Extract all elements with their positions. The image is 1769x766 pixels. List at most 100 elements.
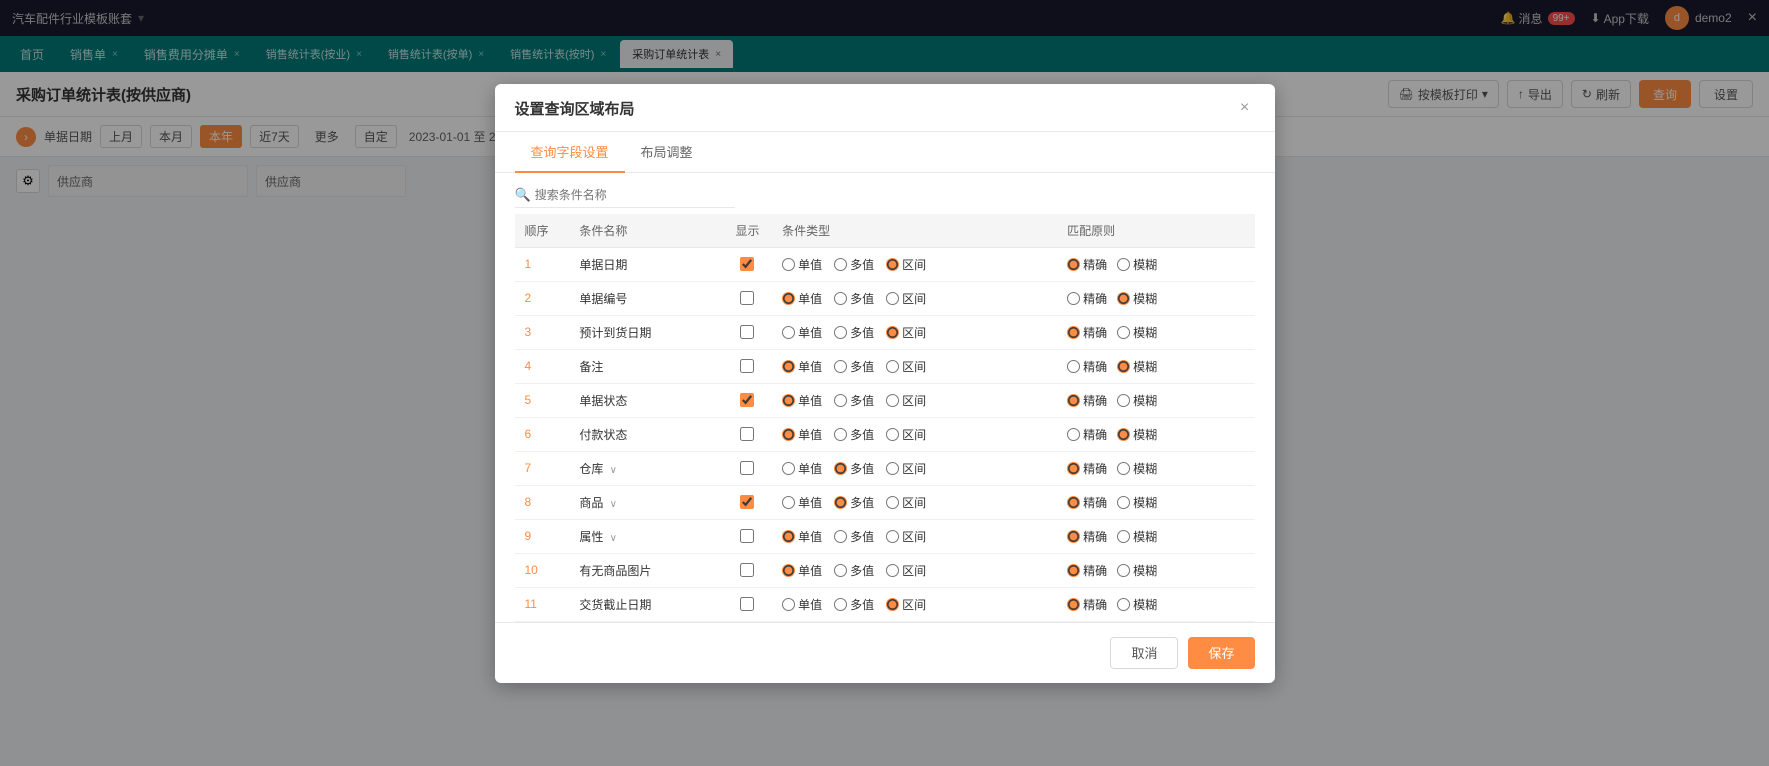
- display-checkbox-10[interactable]: [740, 597, 754, 611]
- type-option-区间-9[interactable]: 区间: [886, 562, 926, 579]
- display-checkbox-6[interactable]: [740, 461, 754, 475]
- match-option-模糊-9[interactable]: 模糊: [1117, 562, 1157, 579]
- dialog-close-btn[interactable]: ×: [1235, 98, 1255, 118]
- row-name-2: 预计到货日期: [569, 315, 722, 349]
- match-option-模糊-7[interactable]: 模糊: [1117, 494, 1157, 511]
- match-option-模糊-0[interactable]: 模糊: [1117, 256, 1157, 273]
- display-checkbox-1[interactable]: [740, 291, 754, 305]
- type-option-多值-7[interactable]: 多值: [834, 494, 874, 511]
- match-option-精确-2[interactable]: 精确: [1067, 324, 1107, 341]
- row-match-2: 精确模糊: [1057, 315, 1254, 349]
- row-checkbox-7: [723, 485, 772, 519]
- cancel-btn[interactable]: 取消: [1110, 637, 1178, 669]
- display-checkbox-4[interactable]: [740, 393, 754, 407]
- display-checkbox-0[interactable]: [740, 257, 754, 271]
- match-option-模糊-5[interactable]: 模糊: [1117, 426, 1157, 443]
- type-option-单值-6[interactable]: 单值: [782, 460, 822, 477]
- row-match-5: 精确模糊: [1057, 417, 1254, 451]
- expand-icon: ∨: [610, 499, 617, 510]
- type-option-区间-6[interactable]: 区间: [886, 460, 926, 477]
- type-option-单值-8[interactable]: 单值: [782, 528, 822, 545]
- display-checkbox-8[interactable]: [740, 529, 754, 543]
- type-option-区间-4[interactable]: 区间: [886, 392, 926, 409]
- match-option-模糊-2[interactable]: 模糊: [1117, 324, 1157, 341]
- type-option-区间-7[interactable]: 区间: [886, 494, 926, 511]
- type-option-区间-0[interactable]: 区间: [886, 256, 926, 273]
- table-row: 3预计到货日期单值多值区间精确模糊: [515, 315, 1255, 349]
- type-option-多值-2[interactable]: 多值: [834, 324, 874, 341]
- row-type-1: 单值多值区间: [772, 281, 1057, 315]
- match-option-精确-8[interactable]: 精确: [1067, 528, 1107, 545]
- display-checkbox-5[interactable]: [740, 427, 754, 441]
- row-name-0: 单据日期: [569, 247, 722, 281]
- match-option-精确-6[interactable]: 精确: [1067, 460, 1107, 477]
- match-option-模糊-8[interactable]: 模糊: [1117, 528, 1157, 545]
- match-option-模糊-4[interactable]: 模糊: [1117, 392, 1157, 409]
- conditions-table: 顺序 条件名称 显示 条件类型 匹配原则 1单据日期单值多值区间精确模糊2单据编…: [515, 214, 1255, 622]
- type-option-多值-3[interactable]: 多值: [834, 358, 874, 375]
- type-option-单值-9[interactable]: 单值: [782, 562, 822, 579]
- row-type-8: 单值多值区间: [772, 519, 1057, 553]
- type-option-区间-10[interactable]: 区间: [886, 596, 926, 613]
- dialog-tab-layout[interactable]: 布局调整: [625, 132, 709, 173]
- search-wrap: 🔍: [495, 173, 1275, 214]
- type-option-区间-2[interactable]: 区间: [886, 324, 926, 341]
- match-option-模糊-6[interactable]: 模糊: [1117, 460, 1157, 477]
- save-btn[interactable]: 保存: [1188, 637, 1254, 669]
- match-option-精确-0[interactable]: 精确: [1067, 256, 1107, 273]
- match-option-模糊-3[interactable]: 模糊: [1117, 358, 1157, 375]
- type-option-单值-1[interactable]: 单值: [782, 290, 822, 307]
- type-option-多值-0[interactable]: 多值: [834, 256, 874, 273]
- type-option-多值-1[interactable]: 多值: [834, 290, 874, 307]
- match-option-精确-7[interactable]: 精确: [1067, 494, 1107, 511]
- type-option-多值-4[interactable]: 多值: [834, 392, 874, 409]
- type-option-区间-5[interactable]: 区间: [886, 426, 926, 443]
- row-order-1: 2: [515, 281, 570, 315]
- table-row: 1单据日期单值多值区间精确模糊: [515, 247, 1255, 281]
- match-option-模糊-10[interactable]: 模糊: [1117, 596, 1157, 613]
- type-option-区间-3[interactable]: 区间: [886, 358, 926, 375]
- display-checkbox-3[interactable]: [740, 359, 754, 373]
- match-option-精确-3[interactable]: 精确: [1067, 358, 1107, 375]
- match-option-精确-5[interactable]: 精确: [1067, 426, 1107, 443]
- type-option-多值-6[interactable]: 多值: [834, 460, 874, 477]
- type-option-区间-1[interactable]: 区间: [886, 290, 926, 307]
- type-option-单值-4[interactable]: 单值: [782, 392, 822, 409]
- type-option-单值-3[interactable]: 单值: [782, 358, 822, 375]
- type-option-单值-0[interactable]: 单值: [782, 256, 822, 273]
- type-option-单值-10[interactable]: 单值: [782, 596, 822, 613]
- table-row: 9属性 ∨单值多值区间精确模糊: [515, 519, 1255, 553]
- search-input[interactable]: [535, 188, 735, 202]
- table-row: 5单据状态单值多值区间精确模糊: [515, 383, 1255, 417]
- table-row: 11交货截止日期单值多值区间精确模糊: [515, 587, 1255, 621]
- type-option-多值-9[interactable]: 多值: [834, 562, 874, 579]
- type-option-多值-10[interactable]: 多值: [834, 596, 874, 613]
- type-option-多值-8[interactable]: 多值: [834, 528, 874, 545]
- type-option-多值-5[interactable]: 多值: [834, 426, 874, 443]
- row-type-7: 单值多值区间: [772, 485, 1057, 519]
- row-match-1: 精确模糊: [1057, 281, 1254, 315]
- type-option-单值-5[interactable]: 单值: [782, 426, 822, 443]
- row-name-6: 仓库 ∨: [569, 451, 722, 485]
- table-row: 10有无商品图片单值多值区间精确模糊: [515, 553, 1255, 587]
- display-checkbox-9[interactable]: [740, 563, 754, 577]
- match-option-精确-1[interactable]: 精确: [1067, 290, 1107, 307]
- match-option-模糊-1[interactable]: 模糊: [1117, 290, 1157, 307]
- row-checkbox-6: [723, 451, 772, 485]
- dialog-tab-fields[interactable]: 查询字段设置: [515, 132, 625, 173]
- type-option-区间-8[interactable]: 区间: [886, 528, 926, 545]
- display-checkbox-7[interactable]: [740, 495, 754, 509]
- table-row: 7仓库 ∨单值多值区间精确模糊: [515, 451, 1255, 485]
- display-checkbox-2[interactable]: [740, 325, 754, 339]
- row-checkbox-9: [723, 553, 772, 587]
- type-option-单值-2[interactable]: 单值: [782, 324, 822, 341]
- match-option-精确-9[interactable]: 精确: [1067, 562, 1107, 579]
- col-display: 显示: [723, 214, 772, 248]
- match-option-精确-4[interactable]: 精确: [1067, 392, 1107, 409]
- match-option-精确-10[interactable]: 精确: [1067, 596, 1107, 613]
- type-option-单值-7[interactable]: 单值: [782, 494, 822, 511]
- table-row: 6付款状态单值多值区间精确模糊: [515, 417, 1255, 451]
- row-match-10: 精确模糊: [1057, 587, 1254, 621]
- dialog-title: 设置查询区域布局: [515, 98, 635, 119]
- row-name-5: 付款状态: [569, 417, 722, 451]
